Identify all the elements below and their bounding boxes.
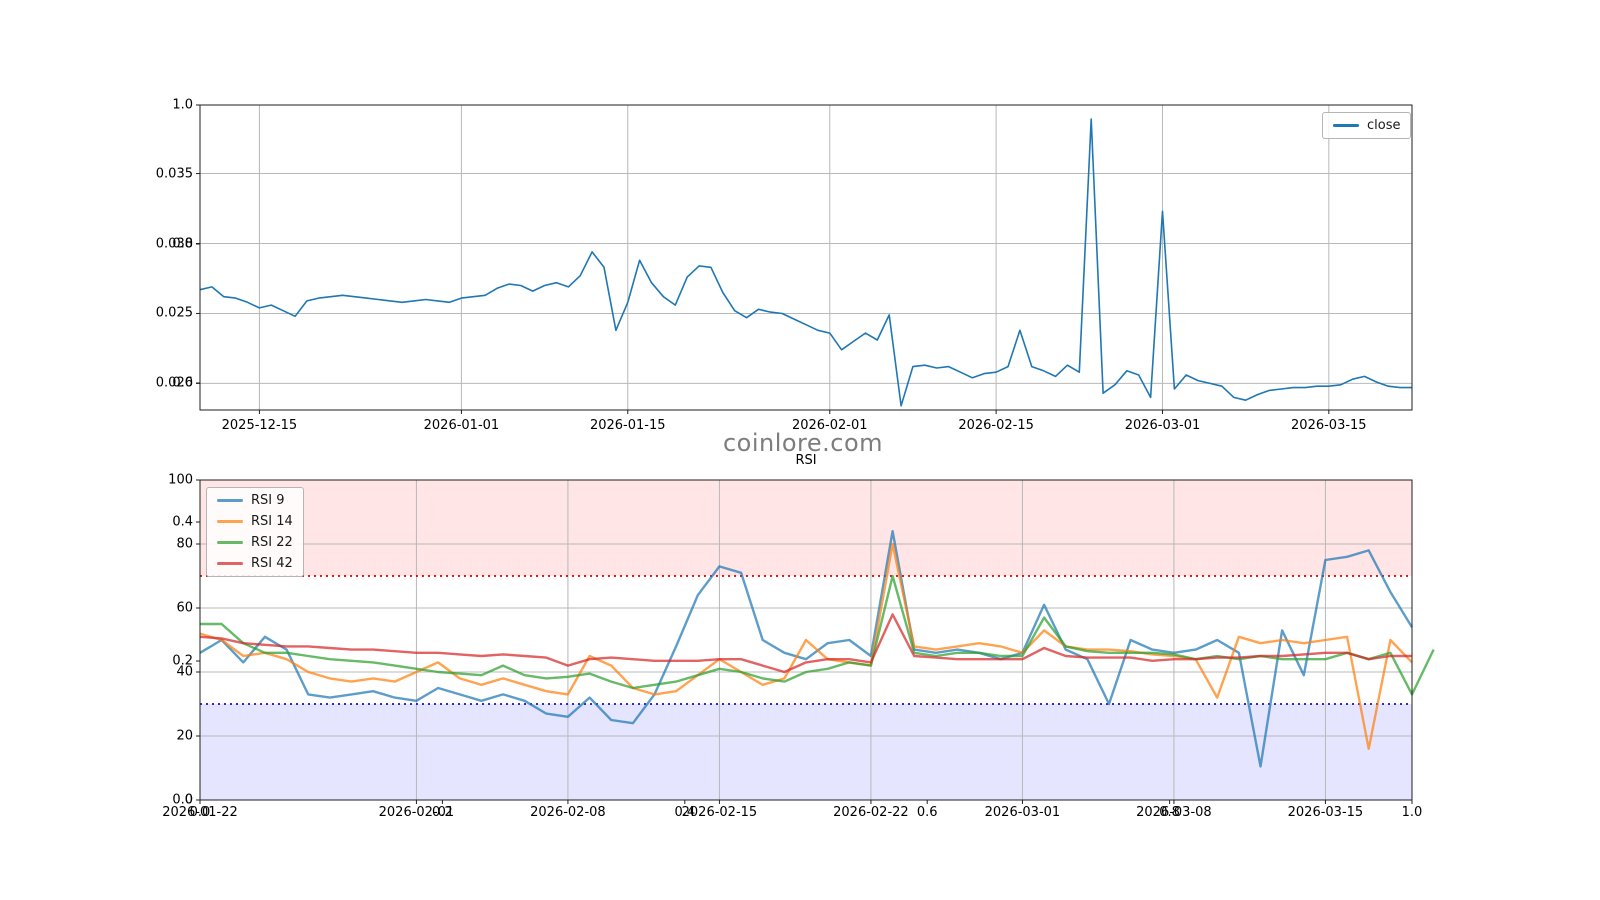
rsi-band [200,704,1412,800]
rsi-chart-title: RSI [795,453,817,468]
price-x-tick-label: 2026-03-15 [1291,418,1367,433]
rsi14-legend-label: RSI 14 [251,514,293,529]
legend-row-rsi42: RSI 42 [217,556,293,571]
rsi22-legend-label: RSI 22 [251,535,293,550]
legend-row-rsi14: RSI 14 [217,514,293,529]
figure: 2025-12-15 2026-01-01 2026-01-15 2026-02-01… [0,0,1600,900]
rsi-y-tick-label: 100 [168,472,193,488]
rsi42-line-swatch [217,562,243,565]
overlay-x-tick-label: 0.0 [189,805,211,820]
close-line [199,118,1412,407]
rsi-legend: RSI 9 RSI 14 RSI 22 RSI 42 [206,487,304,577]
price-y-tick-label: 0.025 [155,305,193,321]
legend-row-close: close [1333,118,1400,133]
overlay-y-tick-label: 0.2 [172,653,193,669]
rsi-line-2 [200,574,1435,696]
legend-row-rsi22: RSI 22 [217,535,293,550]
rsi-band [200,480,1412,576]
rsi-y-tick-label: 80 [176,536,193,552]
overlay-y-tick-label: 0.6 [172,375,193,391]
overlay-x-tick-label: 1.0 [1401,805,1423,820]
rsi22-line-swatch [217,541,243,544]
price-plot-border [199,104,1413,411]
price-x-tick-label: 2026-02-15 [958,418,1034,433]
overlay-y-tick-label: 0.4 [172,514,193,530]
rsi-x-tick-label: 2026-02-08 [530,805,606,820]
price-x-tick-label: 2025-12-15 [221,418,298,433]
rsi-x-tick-label: 2026-03-15 [1287,805,1364,820]
rsi9-legend-label: RSI 9 [251,493,285,508]
rsi9-line-swatch [217,499,243,502]
overlay-y-tick-label: 0.8 [172,236,193,252]
overlay-y-tick-label: 1.0 [172,97,193,113]
rsi-y-tick-label: 20 [176,728,193,744]
rsi42-legend-label: RSI 42 [251,556,293,571]
close-legend: close [1322,112,1412,139]
overlay-x-tick-label: 0.4 [674,805,696,820]
close-legend-label: close [1367,118,1401,133]
rsi14-line-swatch [217,520,243,523]
overlay-x-tick-label: 0.8 [1159,805,1180,820]
close-line-swatch [1333,124,1359,127]
price-x-tick-label: 2026-01-15 [589,418,666,433]
price-x-tick-label: 2026-01-01 [423,418,500,433]
rsi-y-tick-label: 60 [176,600,193,616]
overlay-y-tick-label: 0.0 [172,792,193,808]
rsi-x-tick-label: 2026-02-22 [833,805,909,820]
legend-row-rsi9: RSI 9 [217,493,293,508]
price-y-tick-label: 0.035 [155,166,193,182]
price-x-tick-label: 2026-03-01 [1124,418,1201,433]
overlay-x-tick-label: 0.2 [432,805,453,820]
overlay-x-tick-label: 0.6 [916,805,938,820]
rsi-x-tick-label: 2026-03-01 [984,805,1061,820]
